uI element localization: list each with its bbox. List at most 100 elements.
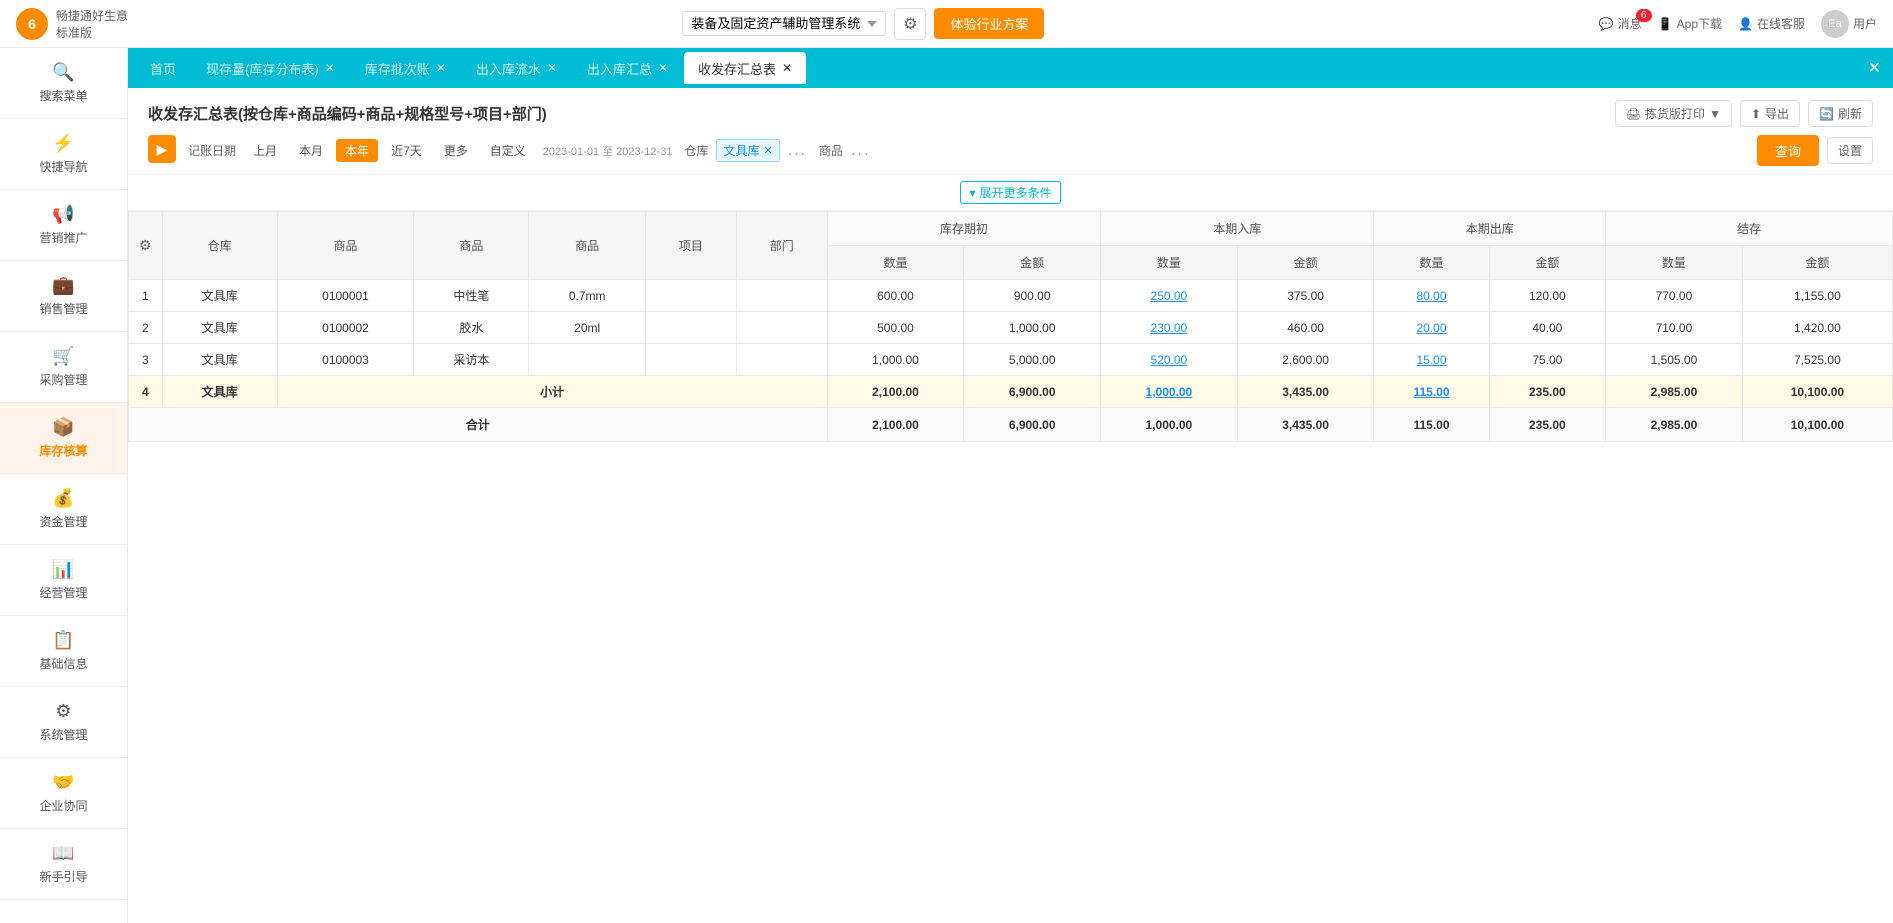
tab-inout-flow[interactable]: 出入库流水 ✕ [462,52,571,84]
filter-toggle-button[interactable]: ▶ [148,135,176,163]
col-out-qty-header: 数量 [1374,246,1489,280]
user-menu[interactable]: Ea 用户 [1821,10,1877,38]
query-button[interactable]: 查询 [1757,135,1819,166]
system-selector[interactable]: 装备及固定资产辅助管理系统 [682,11,886,36]
row2-out-qty[interactable]: 20.00 [1374,312,1489,344]
date-btn-this-year[interactable]: 本年 [336,139,378,162]
sidebar-item-collaboration[interactable]: 🤝 企业协同 [0,758,127,829]
table-container: ⚙ 仓库 商品 商品 商品 项目 部门 库存期初 本期入库 本期出库 结存 [128,211,1893,923]
close-all-tabs-button[interactable]: ✕ [1864,54,1885,82]
app-edition: 标准版 [56,24,128,41]
tab-batch-ledger[interactable]: 库存批次账 ✕ [351,52,460,84]
sidebar-item-system[interactable]: ⚙ 系统管理 [0,687,127,758]
row2-name: 胶水 [414,312,529,344]
tab-close-inout-summary[interactable]: ✕ [658,61,668,75]
sidebar-item-inventory[interactable]: 📦 库存核算 [0,403,127,474]
row3-name: 采访本 [414,344,529,376]
subtotal-no: 4 [129,376,163,408]
subtotal-warehouse: 文具库 [162,376,277,408]
online-service-button[interactable]: 👤 在线客服 [1738,15,1805,32]
row2-no: 2 [129,312,163,344]
avatar: Ea [1821,10,1849,38]
row3-out-amt: 75.00 [1489,344,1605,376]
date-btn-more[interactable]: 更多 [435,139,477,162]
row1-opening-qty: 600.00 [827,280,964,312]
warehouse-filter-label: 仓库 [684,142,708,159]
col-out-group-header: 本期出库 [1374,212,1606,246]
operations-icon: 📊 [52,559,74,580]
sidebar-item-finance[interactable]: 💰 资金管理 [0,474,127,545]
date-btn-last-month[interactable]: 上月 [244,139,286,162]
col-settings[interactable]: ⚙ [129,212,163,280]
trial-button[interactable]: 体验行业方案 [934,8,1044,39]
date-shortcuts: 上月 本月 本年 近7天 更多 自定义 [244,139,535,162]
date-btn-7days[interactable]: 近7天 [382,139,431,162]
chevron-down-icon: ▼ [1709,107,1721,121]
table-settings-button[interactable]: 设置 [1827,137,1873,164]
col-out-amt-header: 金额 [1489,246,1605,280]
row1-out-qty[interactable]: 80.00 [1374,280,1489,312]
subtotal-opening-amt: 6,900.00 [964,376,1101,408]
tab-home[interactable]: 首页 [136,52,190,84]
logo-icon: 6 [16,8,48,40]
row1-in-qty[interactable]: 250.00 [1101,280,1238,312]
sidebar-item-search[interactable]: 🔍 搜索菜单 [0,48,127,119]
subtotal-out-qty[interactable]: 115.00 [1374,376,1489,408]
subtotal-out-amt: 235.00 [1489,376,1605,408]
expand-conditions-button[interactable]: ▾ 展开更多条件 [960,181,1060,204]
footer-label: 合计 [129,408,828,442]
inventory-icon: 📦 [52,417,74,438]
row2-balance-qty: 710.00 [1606,312,1743,344]
warehouse-tag-close[interactable]: ✕ [763,144,772,157]
print-button[interactable]: 🖨 拣货版打印 ▼ [1615,100,1732,127]
sidebar-item-quick-nav[interactable]: ⚡ 快捷导航 [0,119,127,190]
table-row: 2 文具库 0100002 胶水 20ml 500.00 1,000.00 23… [129,312,1893,344]
expand-conditions: ▾ 展开更多条件 [128,175,1893,211]
col-in-qty-header: 数量 [1101,246,1238,280]
warehouse-filter-dots[interactable]: ... [788,142,807,160]
message-badge: 6 [1636,9,1652,22]
column-settings-icon[interactable]: ⚙ [139,237,152,253]
row3-in-qty[interactable]: 520.00 [1101,344,1238,376]
refresh-button[interactable]: 🔄 刷新 [1808,100,1873,127]
date-btn-custom[interactable]: 自定义 [481,139,535,162]
col-opening-group-header: 库存期初 [827,212,1100,246]
tab-receive-summary[interactable]: 收发存汇总表 ✕ [684,52,806,84]
tab-inventory-dist[interactable]: 现存量(库存分布表) ✕ [192,52,349,84]
system-settings-button[interactable]: ⚙ [894,8,926,40]
row2-in-qty[interactable]: 230.00 [1101,312,1238,344]
tab-close-inventory-dist[interactable]: ✕ [325,61,335,75]
footer-out-qty: 115.00 [1374,408,1489,442]
row3-balance-qty: 1,505.00 [1606,344,1743,376]
print-icon: 🖨 [1626,107,1641,121]
warehouse-tag[interactable]: 文具库 ✕ [716,139,779,162]
row1-balance-amt: 1,155.00 [1742,280,1892,312]
row1-balance-qty: 770.00 [1606,280,1743,312]
footer-in-qty: 1,000.00 [1101,408,1238,442]
sidebar-item-guide[interactable]: 📖 新手引导 [0,829,127,900]
tab-close-inout-flow[interactable]: ✕ [547,61,557,75]
date-btn-this-month[interactable]: 本月 [290,139,332,162]
goods-filter-section: 商品 ... [819,142,870,160]
download-icon: 📱 [1658,17,1673,31]
sidebar-item-sales[interactable]: 💼 销售管理 [0,261,127,332]
row3-out-qty[interactable]: 15.00 [1374,344,1489,376]
goods-filter-dots[interactable]: ... [851,142,870,160]
row3-opening-qty: 1,000.00 [827,344,964,376]
export-button[interactable]: ⬆ 导出 [1740,100,1800,127]
col-dept-header: 部门 [736,212,827,280]
col-project-header: 项目 [645,212,736,280]
tab-close-receive-summary[interactable]: ✕ [782,61,792,75]
tab-close-batch-ledger[interactable]: ✕ [436,61,446,75]
col-balance-group-header: 结存 [1606,212,1893,246]
subtotal-in-qty[interactable]: 1,000.00 [1101,376,1238,408]
app-download-button[interactable]: 📱 App下载 [1658,15,1722,32]
page-actions: 🖨 拣货版打印 ▼ ⬆ 导出 🔄 刷新 [1615,100,1873,127]
row1-dept [736,280,827,312]
tab-inout-summary[interactable]: 出入库汇总 ✕ [573,52,682,84]
sidebar-item-basic-info[interactable]: 📋 基础信息 [0,616,127,687]
sidebar-item-operations[interactable]: 📊 经营管理 [0,545,127,616]
sidebar-item-purchase[interactable]: 🛒 采购管理 [0,332,127,403]
sidebar-item-marketing[interactable]: 📢 营销推广 [0,190,127,261]
message-button[interactable]: 💬 消息 6 [1599,15,1642,32]
